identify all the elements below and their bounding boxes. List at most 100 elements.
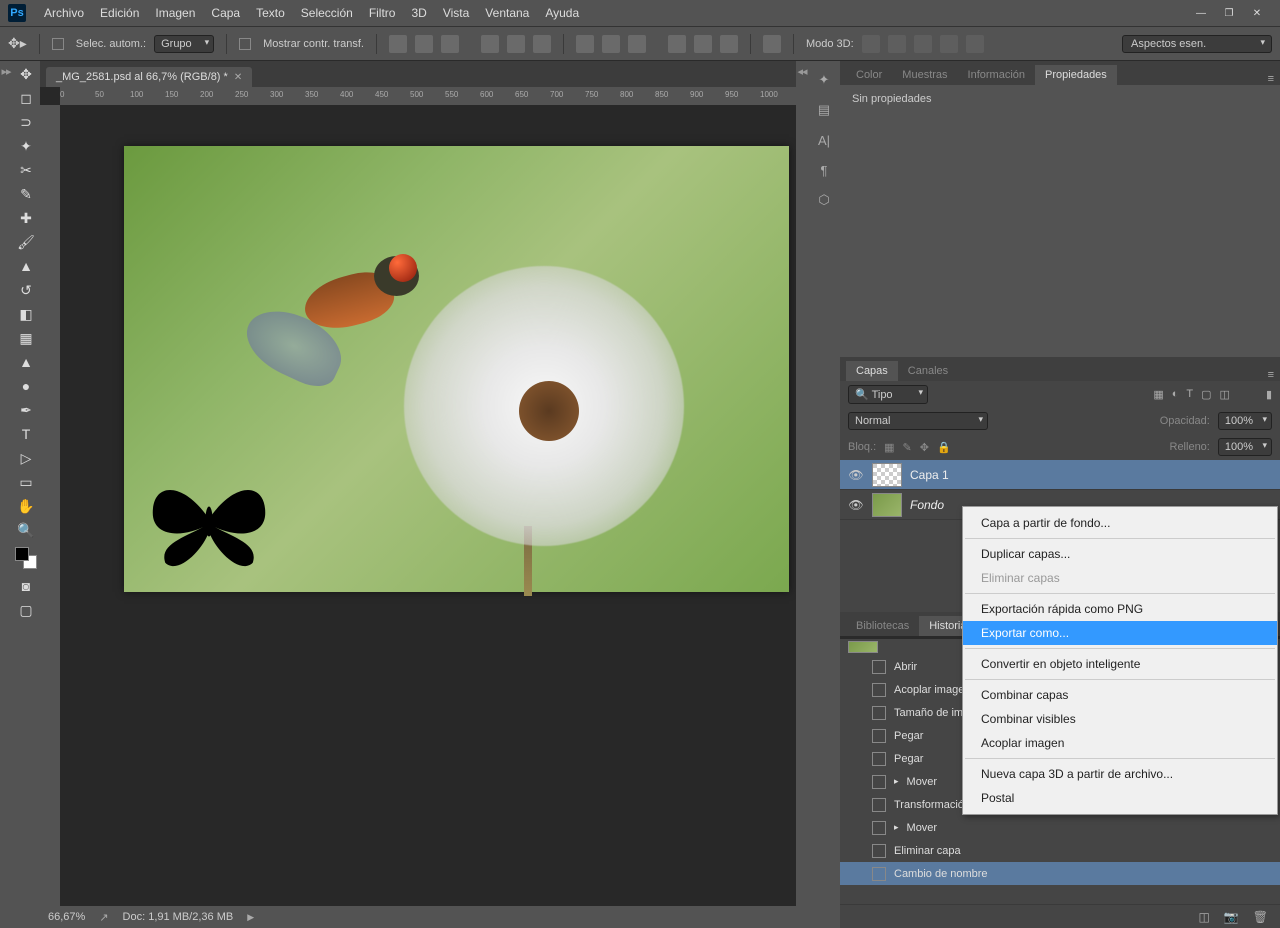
zoom-level[interactable]: 66,67% bbox=[48, 911, 85, 923]
distribute-4-icon[interactable] bbox=[668, 35, 686, 53]
dodge-tool[interactable]: ● bbox=[14, 375, 38, 397]
filter-toggle[interactable]: ▮ bbox=[1266, 388, 1272, 401]
distribute-h-icon[interactable] bbox=[576, 35, 594, 53]
menu-archivo[interactable]: Archivo bbox=[36, 0, 92, 27]
eyedropper-tool[interactable]: ✎ bbox=[14, 183, 38, 205]
hist-new-doc-icon[interactable]: ◫ bbox=[1198, 910, 1209, 924]
auto-select-dropdown[interactable]: Grupo bbox=[154, 35, 214, 53]
align-hmid-icon[interactable] bbox=[507, 35, 525, 53]
align-vmid-icon[interactable] bbox=[415, 35, 433, 53]
layer-name[interactable]: Capa 1 bbox=[910, 468, 949, 482]
menu-3d[interactable]: 3D bbox=[403, 0, 434, 27]
context-menu-item[interactable]: Convertir en objeto inteligente bbox=[963, 652, 1277, 676]
align-left-icon[interactable] bbox=[481, 35, 499, 53]
blur-tool[interactable]: ▲ bbox=[14, 351, 38, 373]
menu-imagen[interactable]: Imagen bbox=[147, 0, 203, 27]
minimize-button[interactable]: — bbox=[1194, 8, 1208, 19]
3d-pan-icon[interactable] bbox=[914, 35, 932, 53]
status-arrow-icon[interactable]: ▶ bbox=[247, 912, 254, 923]
wand-tool[interactable]: ✦ bbox=[14, 135, 38, 157]
nav-panel-icon[interactable]: ✦ bbox=[813, 69, 835, 91]
context-menu-item[interactable]: Exportar como... bbox=[963, 621, 1277, 645]
history-item[interactable]: ▸Mover bbox=[840, 816, 1280, 839]
gradient-tool[interactable]: ▦ bbox=[14, 327, 38, 349]
crop-tool[interactable]: ✂ bbox=[14, 159, 38, 181]
color-swatch[interactable] bbox=[15, 547, 37, 569]
3d-roll-icon[interactable] bbox=[888, 35, 906, 53]
filter-shape-icon[interactable]: ▢ bbox=[1201, 388, 1211, 401]
visibility-icon[interactable]: 👁 bbox=[848, 498, 864, 512]
canvas-image[interactable] bbox=[124, 146, 789, 592]
menu-seleccion[interactable]: Selección bbox=[293, 0, 361, 27]
filter-image-icon[interactable]: ▦ bbox=[1153, 388, 1163, 401]
quickmask-tool[interactable]: ◙ bbox=[14, 575, 38, 597]
layer-thumb[interactable] bbox=[872, 493, 902, 517]
layer-name[interactable]: Fondo bbox=[910, 498, 944, 512]
maximize-button[interactable]: ❐ bbox=[1222, 8, 1236, 19]
lock-paint-icon[interactable]: ✎ bbox=[903, 441, 912, 454]
history-item[interactable]: Cambio de nombre bbox=[840, 862, 1280, 885]
screenmode-tool[interactable]: ▢ bbox=[14, 599, 38, 621]
distribute-6-icon[interactable] bbox=[720, 35, 738, 53]
show-transform-checkbox[interactable] bbox=[239, 38, 251, 50]
opacity-value[interactable]: 100% bbox=[1218, 412, 1272, 430]
context-menu-item[interactable]: Acoplar imagen bbox=[963, 731, 1277, 755]
tab-propiedades[interactable]: Propiedades bbox=[1035, 65, 1117, 85]
hist-delete-icon[interactable]: 🗑 bbox=[1253, 910, 1268, 924]
context-menu-item[interactable]: Nueva capa 3D a partir de archivo... bbox=[963, 762, 1277, 786]
heal-tool[interactable]: ✚ bbox=[14, 207, 38, 229]
close-tab-icon[interactable]: ✕ bbox=[234, 72, 242, 83]
layer-thumb[interactable] bbox=[872, 463, 902, 487]
menu-vista[interactable]: Vista bbox=[435, 0, 477, 27]
filter-smart-icon[interactable]: ◫ bbox=[1220, 388, 1230, 401]
menu-ventana[interactable]: Ventana bbox=[477, 0, 537, 27]
tab-color[interactable]: Color bbox=[846, 65, 892, 85]
stamp-tool[interactable]: ▲ bbox=[14, 255, 38, 277]
3d-orbit-icon[interactable] bbox=[862, 35, 880, 53]
brush-tool[interactable]: 🖌 bbox=[14, 231, 38, 253]
context-menu-item[interactable]: Capa a partir de fondo... bbox=[963, 511, 1277, 535]
char-panel-icon[interactable]: A| bbox=[813, 129, 835, 151]
tab-muestras[interactable]: Muestras bbox=[892, 65, 957, 85]
filter-adjust-icon[interactable]: ◐ bbox=[1172, 388, 1179, 401]
context-menu-item[interactable]: Duplicar capas... bbox=[963, 542, 1277, 566]
export-icon[interactable]: ↗ bbox=[99, 911, 108, 924]
distribute-3-icon[interactable] bbox=[628, 35, 646, 53]
tab-capas[interactable]: Capas bbox=[846, 361, 898, 381]
align-right-icon[interactable] bbox=[533, 35, 551, 53]
distribute-5-icon[interactable] bbox=[694, 35, 712, 53]
close-button[interactable]: ✕ bbox=[1250, 8, 1264, 19]
layer-filter-dropdown[interactable]: 🔍 Tipo bbox=[848, 385, 928, 404]
panel-menu-icon[interactable]: ≡ bbox=[1262, 73, 1280, 85]
layer-row-capa1[interactable]: 👁 Capa 1 bbox=[840, 460, 1280, 490]
lasso-tool[interactable]: ⊃ bbox=[14, 111, 38, 133]
move-tool[interactable]: ✥ bbox=[14, 63, 38, 85]
context-menu-item[interactable]: Exportación rápida como PNG bbox=[963, 597, 1277, 621]
history-item[interactable]: Eliminar capa bbox=[840, 839, 1280, 862]
pen-tool[interactable]: ✒ bbox=[14, 399, 38, 421]
lock-pos-icon[interactable]: ✥ bbox=[920, 441, 929, 454]
auto-align-icon[interactable] bbox=[763, 35, 781, 53]
workspace-dropdown[interactable]: Aspectos esen. bbox=[1122, 35, 1272, 53]
context-menu-item[interactable]: Postal bbox=[963, 786, 1277, 810]
3d-slide-icon[interactable] bbox=[940, 35, 958, 53]
tab-bibliotecas[interactable]: Bibliotecas bbox=[846, 616, 919, 636]
menu-ayuda[interactable]: Ayuda bbox=[537, 0, 587, 27]
context-menu-item[interactable]: Combinar capas bbox=[963, 683, 1277, 707]
shape-tool[interactable]: ▭ bbox=[14, 471, 38, 493]
3d-panel-icon[interactable]: ⬡ bbox=[813, 189, 835, 211]
context-menu-item[interactable]: Combinar visibles bbox=[963, 707, 1277, 731]
menu-edicion[interactable]: Edición bbox=[92, 0, 147, 27]
tab-informacion[interactable]: Información bbox=[958, 65, 1035, 85]
visibility-icon[interactable]: 👁 bbox=[848, 468, 864, 482]
marquee-tool[interactable]: ◻ bbox=[14, 87, 38, 109]
blend-mode-dropdown[interactable]: Normal bbox=[848, 412, 988, 430]
menu-filtro[interactable]: Filtro bbox=[361, 0, 404, 27]
hist-snapshot-icon[interactable]: 📷 bbox=[1224, 910, 1239, 924]
histogram-panel-icon[interactable]: ▤ bbox=[813, 99, 835, 121]
distribute-v-icon[interactable] bbox=[602, 35, 620, 53]
lock-trans-icon[interactable]: ▦ bbox=[884, 441, 894, 454]
3d-scale-icon[interactable] bbox=[966, 35, 984, 53]
hand-tool[interactable]: ✋ bbox=[14, 495, 38, 517]
history-brush-tool[interactable]: ↺ bbox=[14, 279, 38, 301]
